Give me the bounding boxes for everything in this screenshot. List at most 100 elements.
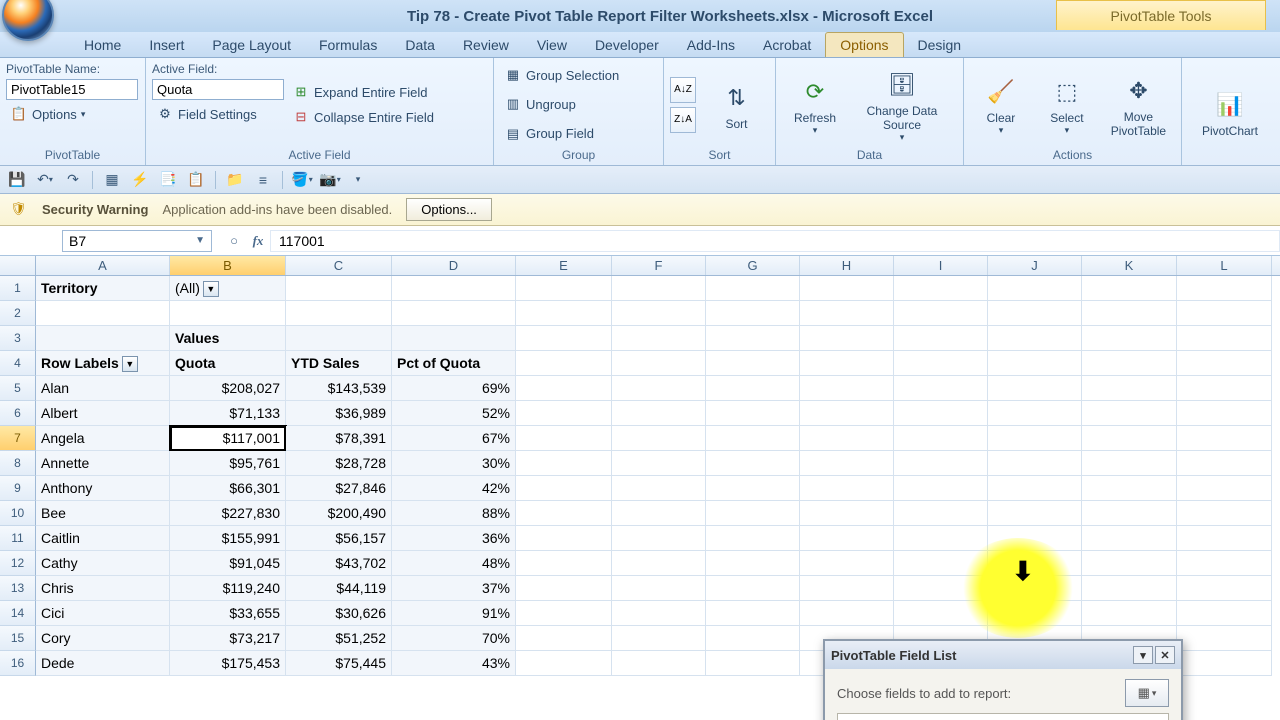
qat-btn-3[interactable]: 📑 <box>157 169 179 191</box>
cell[interactable] <box>1082 376 1177 401</box>
sort-button[interactable]: ⇅Sort <box>704 79 769 131</box>
cell[interactable] <box>706 576 800 601</box>
cell[interactable] <box>894 426 988 451</box>
quota-cell[interactable]: $33,655 <box>170 601 286 626</box>
column-header-H[interactable]: H <box>800 256 894 275</box>
quota-cell[interactable]: $119,240 <box>170 576 286 601</box>
tab-design[interactable]: Design <box>904 33 976 57</box>
cell[interactable] <box>800 376 894 401</box>
cell[interactable] <box>36 301 170 326</box>
pct-cell[interactable]: 69% <box>392 376 516 401</box>
name-cell[interactable]: Caitlin <box>36 526 170 551</box>
undo-icon[interactable]: ↶▾ <box>34 169 56 191</box>
cell[interactable] <box>988 326 1082 351</box>
cell[interactable] <box>988 526 1082 551</box>
cell[interactable] <box>1177 276 1272 301</box>
cell[interactable] <box>612 626 706 651</box>
cell[interactable] <box>800 526 894 551</box>
cell[interactable] <box>1082 501 1177 526</box>
cell[interactable] <box>1082 351 1177 376</box>
name-cell[interactable]: Annette <box>36 451 170 476</box>
cell[interactable] <box>516 276 612 301</box>
pivottable-name-input[interactable] <box>6 79 138 100</box>
cell[interactable] <box>392 326 516 351</box>
tab-options[interactable]: Options <box>825 32 903 57</box>
cell[interactable] <box>988 451 1082 476</box>
options-button[interactable]: 📋Options ▾ <box>6 103 138 125</box>
cell[interactable] <box>1177 326 1272 351</box>
cell[interactable] <box>1177 626 1272 651</box>
clear-button[interactable]: 🧹Clear▾ <box>970 62 1032 147</box>
cell[interactable] <box>516 351 612 376</box>
rowlabels-dropdown-icon[interactable]: ▼ <box>122 356 138 372</box>
name-cell[interactable]: Cici <box>36 601 170 626</box>
tab-developer[interactable]: Developer <box>581 33 673 57</box>
cell[interactable] <box>516 326 612 351</box>
column-header-E[interactable]: E <box>516 256 612 275</box>
cell[interactable] <box>1177 476 1272 501</box>
field-list-layout-button[interactable]: ▦▾ <box>1125 679 1169 707</box>
quota-cell[interactable]: $91,045 <box>170 551 286 576</box>
cell[interactable] <box>988 301 1082 326</box>
cell[interactable] <box>706 376 800 401</box>
column-header-L[interactable]: L <box>1177 256 1272 275</box>
formula-input[interactable] <box>270 230 1280 252</box>
quota-cell[interactable]: $155,991 <box>170 526 286 551</box>
column-header-A[interactable]: A <box>36 256 170 275</box>
cell[interactable] <box>1082 601 1177 626</box>
row-header-12[interactable]: 12 <box>0 551 36 576</box>
cell[interactable] <box>1082 551 1177 576</box>
row-header-13[interactable]: 13 <box>0 576 36 601</box>
cell[interactable] <box>1082 526 1177 551</box>
cell[interactable] <box>1177 351 1272 376</box>
name-cell[interactable]: Anthony <box>36 476 170 501</box>
select-button[interactable]: ⬚Select▾ <box>1036 62 1098 147</box>
cell[interactable] <box>988 376 1082 401</box>
pct-cell[interactable]: 67% <box>392 426 516 451</box>
group-field-button[interactable]: ▤Group Field <box>500 123 623 145</box>
sort-asc-button[interactable]: A↓Z <box>670 77 696 103</box>
cell[interactable] <box>612 576 706 601</box>
cell[interactable] <box>392 276 516 301</box>
ytd-cell[interactable]: $43,702 <box>286 551 392 576</box>
cell[interactable] <box>516 476 612 501</box>
cell[interactable] <box>800 601 894 626</box>
row-header-6[interactable]: 6 <box>0 401 36 426</box>
cell[interactable] <box>516 526 612 551</box>
select-all-corner[interactable] <box>0 256 36 275</box>
cell[interactable] <box>516 651 612 676</box>
qat-btn-1[interactable]: ▦ <box>101 169 123 191</box>
cell[interactable] <box>988 601 1082 626</box>
cell[interactable] <box>706 351 800 376</box>
row-header-14[interactable]: 14 <box>0 601 36 626</box>
ytd-cell[interactable]: $44,119 <box>286 576 392 601</box>
name-cell[interactable]: Angela <box>36 426 170 451</box>
row-header-15[interactable]: 15 <box>0 626 36 651</box>
cell[interactable] <box>800 276 894 301</box>
quota-cell[interactable]: $95,761 <box>170 451 286 476</box>
qat-btn-4[interactable]: 📋 <box>185 169 207 191</box>
column-header-I[interactable]: I <box>894 256 988 275</box>
quota-cell[interactable]: $71,133 <box>170 401 286 426</box>
cell[interactable] <box>612 276 706 301</box>
refresh-button[interactable]: ⟳Refresh▾ <box>782 62 848 147</box>
cell[interactable] <box>516 426 612 451</box>
row-header-1[interactable]: 1 <box>0 276 36 301</box>
name-cell[interactable]: Cory <box>36 626 170 651</box>
ytd-cell[interactable]: $27,846 <box>286 476 392 501</box>
cell[interactable] <box>706 276 800 301</box>
column-header-F[interactable]: F <box>612 256 706 275</box>
redo-icon[interactable]: ↷ <box>62 169 84 191</box>
ytd-cell[interactable]: $28,728 <box>286 451 392 476</box>
pct-cell[interactable]: 48% <box>392 551 516 576</box>
cell[interactable] <box>894 276 988 301</box>
cell[interactable] <box>800 551 894 576</box>
cell[interactable] <box>706 626 800 651</box>
cell[interactable] <box>988 501 1082 526</box>
change-data-source-button[interactable]: 🗄Change Data Source ▾ <box>852 62 952 147</box>
cell[interactable] <box>706 651 800 676</box>
ytd-cell[interactable]: $143,539 <box>286 376 392 401</box>
cell[interactable] <box>894 501 988 526</box>
cell[interactable] <box>1177 426 1272 451</box>
cell[interactable] <box>612 376 706 401</box>
